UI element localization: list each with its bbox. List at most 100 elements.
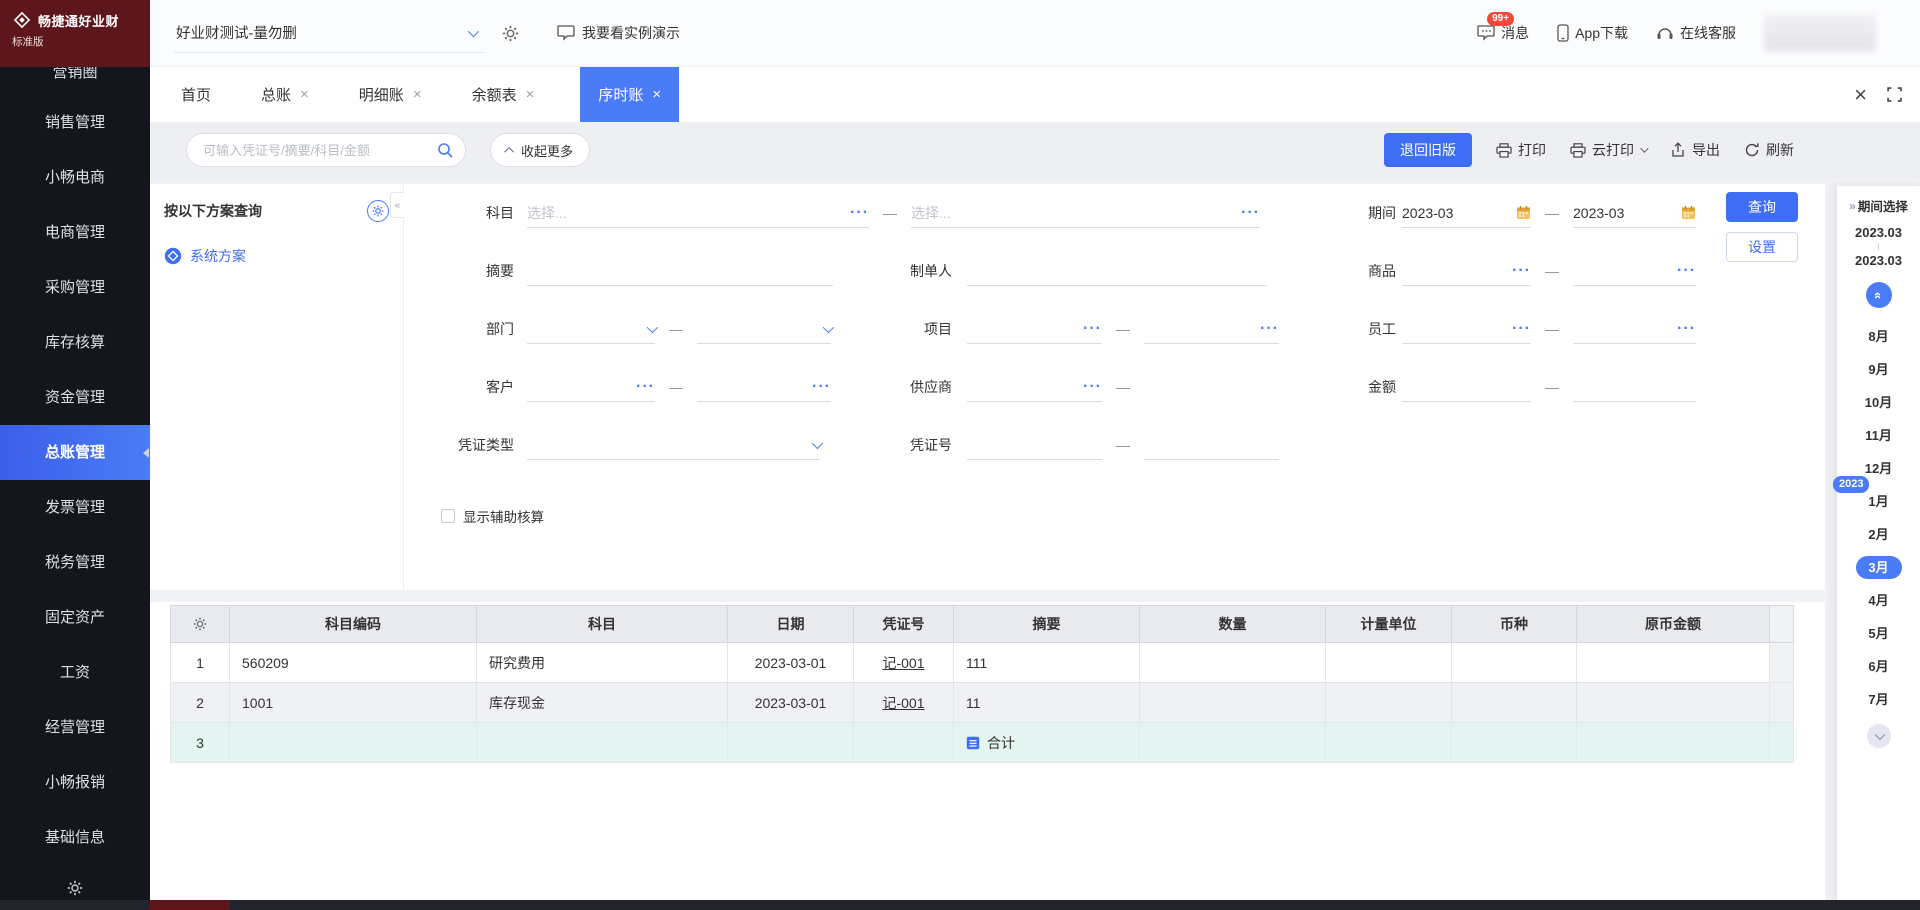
user-account-blurred[interactable]	[1764, 15, 1876, 51]
ellipsis-picker-icon[interactable]: ···	[1677, 262, 1696, 279]
close-icon[interactable]: ×	[300, 87, 309, 102]
table-scrollbar[interactable]	[1769, 642, 1794, 683]
sidebar-item-payroll[interactable]: 工资	[0, 645, 150, 700]
tab-journal[interactable]: 序时账 ×	[580, 67, 680, 122]
collapse-more-button[interactable]: 收起更多	[490, 133, 591, 167]
subject-from-select[interactable]: 选择... ···	[527, 198, 869, 228]
table-row[interactable]: 1 560209 研究费用 2023-03-01 记-001 111	[170, 642, 1794, 683]
department-to-select[interactable]	[697, 314, 835, 344]
cloud-print-button[interactable]: 云打印	[1570, 140, 1649, 160]
ellipsis-picker-icon[interactable]: ···	[1083, 378, 1102, 395]
period-to-input[interactable]: 2023-03	[1573, 198, 1696, 228]
ellipsis-picker-icon[interactable]: ···	[1083, 320, 1102, 337]
sidebar-item-sales[interactable]: 销售管理	[0, 95, 150, 150]
sidebar-item-inventory[interactable]: 库存核算	[0, 315, 150, 370]
amount-to-input[interactable]	[1573, 372, 1696, 402]
expand-panel-icon[interactable]: »	[1849, 199, 1856, 213]
goods-from-input[interactable]: ···	[1402, 256, 1531, 286]
sidebar-item-fixed-assets[interactable]: 固定资产	[0, 590, 150, 645]
sidebar-item-purchase[interactable]: 采购管理	[0, 260, 150, 315]
voucher-no-from-input[interactable]	[967, 430, 1102, 460]
employee-from-input[interactable]: ···	[1402, 314, 1531, 344]
month-item[interactable]: 9月	[1837, 353, 1920, 386]
ellipsis-picker-icon[interactable]: ···	[1512, 320, 1531, 337]
app-download-button[interactable]: App下载	[1557, 23, 1628, 43]
sidebar-item-tax[interactable]: 税务管理	[0, 535, 150, 590]
search-input[interactable]	[203, 142, 437, 158]
ellipsis-picker-icon[interactable]: ···	[1241, 204, 1260, 221]
summary-input[interactable]	[527, 256, 833, 286]
sidebar-settings-gear-icon[interactable]	[0, 880, 150, 896]
column-header-voucher[interactable]: 凭证号	[853, 605, 954, 643]
month-item[interactable]: 4月	[1837, 584, 1920, 617]
ellipsis-picker-icon[interactable]: ···	[1512, 262, 1531, 279]
fullscreen-icon[interactable]	[1887, 87, 1902, 102]
department-from-select[interactable]	[527, 314, 659, 344]
search-icon[interactable]	[437, 142, 453, 158]
export-button[interactable]: 导出	[1670, 140, 1720, 160]
query-button[interactable]: 查询	[1726, 192, 1798, 222]
project-from-input[interactable]: ···	[967, 314, 1102, 344]
month-item[interactable]: 5月	[1837, 617, 1920, 650]
sidebar-item-general-ledger[interactable]: 总账管理	[0, 425, 150, 480]
period-from-input[interactable]: 2023-03	[1402, 198, 1531, 228]
employee-to-input[interactable]: ···	[1573, 314, 1696, 344]
sidebar-item-invoice[interactable]: 发票管理	[0, 480, 150, 535]
calendar-icon[interactable]	[1681, 205, 1696, 220]
ellipsis-picker-icon[interactable]: ···	[1677, 320, 1696, 337]
scroll-up-button[interactable]: «	[1865, 282, 1892, 308]
voucher-link[interactable]: 记-001	[882, 695, 924, 711]
tab-detail-ledger[interactable]: 明细账 ×	[355, 67, 426, 122]
voucher-type-select[interactable]	[527, 430, 824, 460]
column-header-currency[interactable]: 币种	[1451, 605, 1577, 643]
collapse-panel-icon[interactable]: «	[390, 192, 404, 218]
refresh-button[interactable]: 刷新	[1744, 140, 1794, 160]
sidebar-item-basic-info[interactable]: 基础信息	[0, 810, 150, 865]
sidebar-item-xiaochang-ecom[interactable]: 小畅电商	[0, 150, 150, 205]
month-item-selected[interactable]: 3月	[1837, 551, 1920, 584]
customer-from-input[interactable]: ···	[527, 372, 655, 402]
horizontal-scrollbar[interactable]	[0, 900, 1920, 910]
close-panel-icon[interactable]: ×	[1854, 83, 1867, 106]
table-scrollbar[interactable]	[1769, 722, 1794, 763]
month-item[interactable]: 7月	[1837, 683, 1920, 716]
ellipsis-picker-icon[interactable]: ···	[1260, 320, 1279, 337]
system-scheme-item[interactable]: 系统方案	[164, 246, 389, 266]
ellipsis-picker-icon[interactable]: ···	[850, 204, 869, 221]
month-item[interactable]: 8月	[1837, 320, 1920, 353]
close-icon[interactable]: ×	[526, 87, 535, 102]
table-scrollbar[interactable]	[1769, 682, 1794, 723]
tab-balance-sheet[interactable]: 余额表 ×	[468, 67, 539, 122]
sidebar-item-marketing[interactable]: 营销圈	[0, 67, 150, 95]
ellipsis-picker-icon[interactable]: ···	[636, 378, 655, 395]
back-to-old-version-button[interactable]: 退回旧版	[1384, 133, 1472, 167]
supplier-input[interactable]: ···	[967, 372, 1102, 402]
org-selector[interactable]: 好业财测试-量勿删	[174, 13, 484, 53]
column-header-original-amount[interactable]: 原币金额	[1576, 605, 1770, 643]
column-header-unit[interactable]: 计量单位	[1325, 605, 1452, 643]
online-service-button[interactable]: 在线客服	[1656, 23, 1736, 43]
close-icon[interactable]: ×	[652, 87, 661, 102]
month-item[interactable]: 10月	[1837, 386, 1920, 419]
aux-accounting-checkbox[interactable]: 显示辅助核算	[441, 506, 544, 526]
demo-link[interactable]: 我要看实例演示	[557, 23, 680, 43]
column-header-quantity[interactable]: 数量	[1139, 605, 1326, 643]
maker-input[interactable]	[967, 256, 1267, 286]
topbar-gear-icon[interactable]	[502, 25, 519, 42]
ellipsis-picker-icon[interactable]: ···	[812, 378, 831, 395]
column-header-code[interactable]: 科目编码	[229, 605, 477, 643]
print-button[interactable]: 打印	[1496, 140, 1546, 160]
month-item[interactable]: 6月	[1837, 650, 1920, 683]
sidebar-item-operation[interactable]: 经营管理	[0, 700, 150, 755]
sidebar-item-funds[interactable]: 资金管理	[0, 370, 150, 425]
voucher-link[interactable]: 记-001	[882, 655, 924, 671]
tab-general-ledger[interactable]: 总账 ×	[257, 67, 313, 122]
scrollbar-thumb[interactable]	[150, 900, 230, 910]
voucher-no-to-input[interactable]	[1144, 430, 1279, 460]
column-settings-header[interactable]	[170, 605, 230, 643]
scroll-down-button[interactable]	[1866, 724, 1891, 748]
column-header-subject[interactable]: 科目	[476, 605, 728, 643]
goods-to-input[interactable]: ···	[1573, 256, 1696, 286]
messages-button[interactable]: 99+ 消息	[1477, 12, 1529, 43]
customer-to-input[interactable]: ···	[697, 372, 831, 402]
